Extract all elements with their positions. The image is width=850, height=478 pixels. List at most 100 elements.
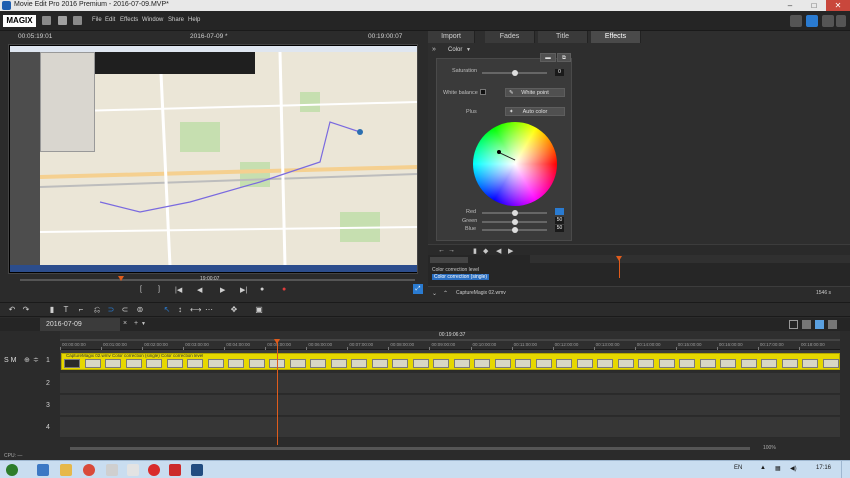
color-wheel[interactable] [473, 122, 557, 206]
scrub-tool-icon[interactable]: ⋯ [205, 306, 213, 314]
tab-project-timeline[interactable]: 2016-07-09 [40, 318, 120, 331]
undo-icon[interactable]: ↶ [8, 306, 16, 314]
trash-icon[interactable]: ▮ [48, 306, 56, 314]
minimize-panel-button[interactable]: ▬ [540, 53, 556, 62]
delete-icon[interactable]: ▮ [473, 247, 477, 255]
saturation-slider-knob[interactable] [512, 70, 518, 76]
forward-arrow-icon[interactable]: → [448, 247, 455, 254]
timeline-playhead-marker[interactable] [274, 339, 280, 344]
view-storyboard-icon[interactable] [802, 320, 811, 329]
track-menu-icon[interactable]: ≑ [33, 356, 39, 364]
taskbar-chrome-icon[interactable] [83, 464, 95, 476]
back-arrow-icon[interactable]: ← [438, 247, 445, 254]
clock[interactable]: 17:16 [816, 465, 831, 471]
marker-icon[interactable]: ⌐ [77, 306, 85, 314]
white-point-button[interactable]: ✎ White point [505, 88, 565, 97]
auto-color-button[interactable]: ✦ Auto color [505, 107, 565, 116]
group-icon[interactable]: ⊚ [136, 306, 144, 314]
timeline-scrollbar[interactable]: 100% [60, 445, 840, 452]
green-slider-knob[interactable] [512, 219, 518, 225]
step-forward-button[interactable]: ▶| [240, 286, 247, 294]
red-slider-knob[interactable] [512, 210, 518, 216]
color-section-label[interactable]: Color [448, 47, 462, 53]
add-tab-icon[interactable]: + [134, 320, 138, 327]
unlink-icon[interactable]: ⊂ [121, 306, 129, 314]
fullscreen-button[interactable]: ⤢ [413, 284, 423, 294]
view-single-icon[interactable] [789, 320, 798, 329]
close-tab-icon[interactable]: × [123, 320, 127, 327]
help-icon[interactable] [822, 15, 834, 27]
monitor-playhead[interactable] [118, 276, 124, 281]
lock-icon[interactable]: ⊕ [24, 356, 30, 364]
expand-panel-icon[interactable]: ⌃ [443, 290, 448, 297]
color-wheel-handle[interactable] [497, 150, 501, 154]
fx-track-0[interactable]: Color correction level [432, 267, 479, 273]
snapshot-icon[interactable]: ▣ [255, 306, 263, 314]
maximize-button[interactable]: □ [802, 0, 826, 11]
open-folder-icon[interactable] [58, 16, 67, 25]
fx-playhead-marker[interactable] [616, 256, 622, 261]
arrow-tool-icon[interactable]: ↕ [176, 306, 184, 314]
white-balance-checkbox[interactable] [480, 89, 486, 95]
taskbar-yandex-icon[interactable] [148, 464, 160, 476]
language-indicator[interactable]: EN [734, 465, 742, 471]
menu-edit[interactable]: Edit [105, 17, 115, 23]
taskbar-pdf-icon[interactable] [169, 464, 181, 476]
volume-icon[interactable]: ◀) [790, 465, 797, 472]
network-icon[interactable]: ▦ [775, 465, 781, 472]
cut-icon[interactable]: ⎌ [93, 306, 101, 314]
timeline-ruler[interactable]: 00:19:06:37 00:00:00:00 00:01:00:00 00:02:… [60, 331, 840, 350]
upload-icon[interactable] [806, 15, 818, 27]
blue-slider-knob[interactable] [512, 227, 518, 233]
go-start-button[interactable]: |◀ [175, 286, 182, 294]
taskbar-doc-icon[interactable] [127, 464, 139, 476]
collapse-icon[interactable]: ⌄ [432, 290, 437, 297]
timeline-scrollbar-thumb[interactable] [70, 447, 750, 450]
keyframe-next-icon[interactable]: ▶ [508, 247, 513, 255]
view-mixer-icon[interactable] [828, 320, 837, 329]
record-button[interactable]: ● [282, 286, 286, 293]
go-end-button[interactable]: ● [260, 286, 264, 293]
minimize-button[interactable]: – [778, 0, 802, 11]
tab-effects[interactable]: Effects [591, 31, 641, 43]
track-solo-mute[interactable]: S M [4, 357, 16, 364]
fx-filter-field[interactable] [430, 257, 468, 263]
redo-icon[interactable]: ↷ [22, 306, 30, 314]
multicam-icon[interactable]: ✥ [230, 306, 238, 314]
view-timeline-icon[interactable] [815, 320, 824, 329]
link-icon[interactable]: ⊃ [107, 306, 115, 314]
keyframe-icon[interactable]: ◆ [483, 247, 488, 255]
start-button-icon[interactable] [6, 464, 18, 476]
track-row-4[interactable] [60, 417, 840, 438]
mark-out-button[interactable]: ] [158, 286, 160, 293]
taskbar-explorer-icon[interactable] [37, 464, 49, 476]
menu-help[interactable]: Help [188, 17, 200, 23]
show-desktop-button[interactable] [841, 461, 849, 478]
save-icon[interactable] [73, 16, 82, 25]
new-file-icon[interactable] [42, 16, 51, 25]
red-value[interactable] [555, 208, 564, 215]
more-icon[interactable] [836, 15, 846, 27]
expand-icon[interactable]: » [432, 46, 436, 53]
tab-fades[interactable]: Fades [485, 31, 535, 43]
green-value[interactable]: 50 [555, 217, 564, 224]
text-tool-icon[interactable]: T [62, 306, 70, 314]
chevron-down-icon[interactable]: ▼ [466, 47, 471, 53]
range-tool-icon[interactable]: ⟷ [190, 306, 201, 314]
tray-arrow-icon[interactable]: ▲ [760, 465, 766, 471]
blue-value[interactable]: 50 [555, 225, 564, 232]
fx-track-1[interactable]: Color correction (single) [432, 274, 490, 280]
saturation-value[interactable]: 0 [555, 69, 564, 76]
keyframe-prev-icon[interactable]: ◀ [496, 247, 501, 255]
play-button[interactable]: ▶ [220, 286, 225, 294]
timeline-playhead[interactable] [277, 339, 278, 445]
tab-import[interactable]: Import [428, 31, 475, 43]
track-row-2[interactable] [60, 373, 840, 394]
mark-in-button[interactable]: [ [140, 286, 142, 293]
close-button[interactable]: ✕ [826, 0, 850, 11]
menu-window[interactable]: Window [142, 17, 163, 23]
tab-title[interactable]: Title [538, 31, 588, 43]
settings-icon[interactable] [790, 15, 802, 27]
tab-dropdown-icon[interactable]: ▼ [141, 321, 146, 327]
menu-file[interactable]: File [92, 17, 102, 23]
